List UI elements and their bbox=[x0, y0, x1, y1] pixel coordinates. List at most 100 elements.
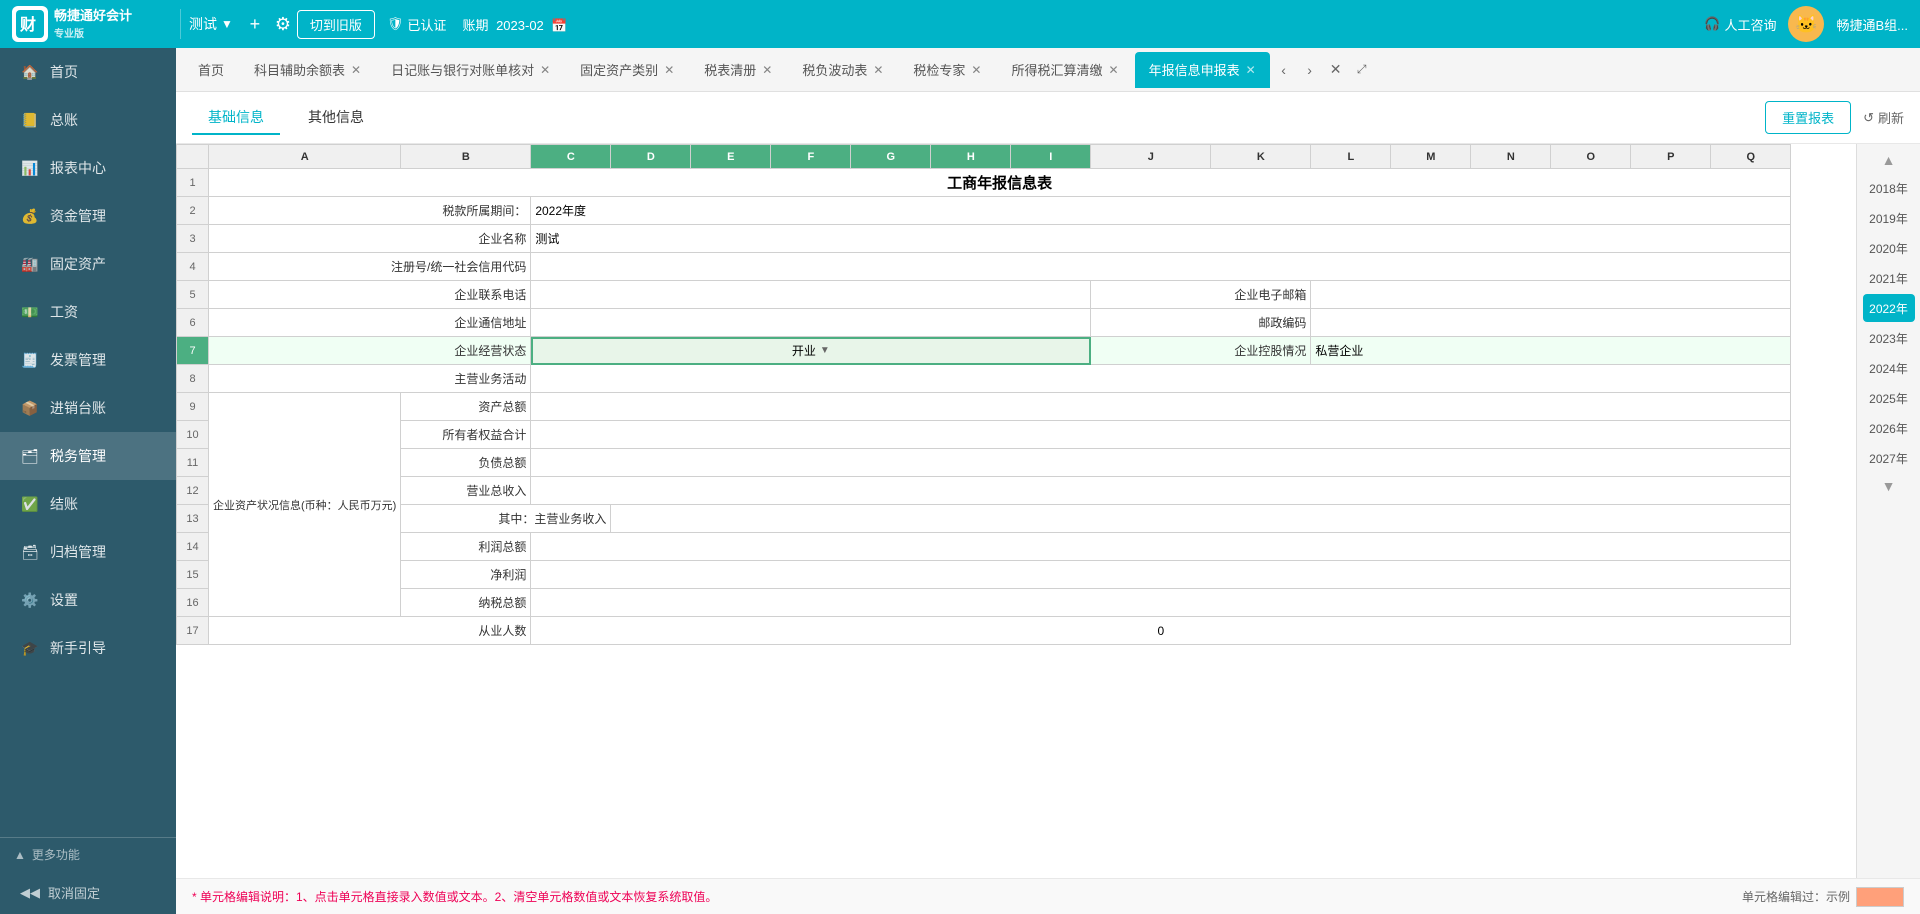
sidebar-item-invoice[interactable]: 🧾 发票管理 bbox=[0, 336, 176, 384]
sidebar-item-guide[interactable]: 🎓 新手引导 bbox=[0, 624, 176, 672]
col-header-a[interactable]: A bbox=[209, 145, 401, 169]
year-2027[interactable]: 2027年 bbox=[1863, 444, 1915, 472]
col-header-p[interactable]: P bbox=[1631, 145, 1711, 169]
table-title[interactable]: 工商年报信息表 bbox=[209, 169, 1791, 197]
tab-auxiliary[interactable]: 科目辅助余额表 ✕ bbox=[240, 52, 375, 88]
year-2019[interactable]: 2019年 bbox=[1863, 204, 1915, 232]
tab-journal[interactable]: 日记账与银行对账单核对 ✕ bbox=[377, 52, 564, 88]
phone-value-cell[interactable] bbox=[531, 281, 1091, 309]
tab-close-all-button[interactable]: ✕ bbox=[1324, 58, 1348, 82]
col-header-c[interactable]: C bbox=[531, 145, 611, 169]
main-revenue-value-cell[interactable] bbox=[611, 505, 1791, 533]
address-value-cell[interactable] bbox=[531, 309, 1091, 337]
sidebar-item-ledger[interactable]: 📒 总账 bbox=[0, 96, 176, 144]
profit-value-cell[interactable] bbox=[531, 533, 1791, 561]
equity-value-cell[interactable] bbox=[531, 421, 1791, 449]
year-panel-down[interactable]: ▼ bbox=[1871, 474, 1907, 498]
col-header-l[interactable]: L bbox=[1311, 145, 1391, 169]
year-panel-up[interactable]: ▲ bbox=[1871, 148, 1907, 172]
sub-tab-other[interactable]: 其他信息 bbox=[292, 101, 380, 135]
regcode-value-cell[interactable] bbox=[531, 253, 1791, 281]
col-header-k[interactable]: K bbox=[1211, 145, 1311, 169]
sidebar-item-inventory[interactable]: 📦 进销台账 bbox=[0, 384, 176, 432]
biz-status-value-cell[interactable]: 开业 ▼ bbox=[531, 337, 1091, 365]
col-header-g[interactable]: G bbox=[851, 145, 931, 169]
refresh-button[interactable]: ↺ 刷新 bbox=[1863, 108, 1904, 127]
pin-button[interactable]: ◀◀ 取消固定 bbox=[0, 871, 176, 914]
tab-close-incometax[interactable]: ✕ bbox=[1109, 63, 1119, 77]
row-num-17: 17 bbox=[177, 617, 209, 645]
tab-close-journal[interactable]: ✕ bbox=[540, 63, 550, 77]
tab-annualreport[interactable]: 年报信息申报表 ✕ bbox=[1135, 52, 1270, 88]
sidebar-item-wage[interactable]: 💵 工资 bbox=[0, 288, 176, 336]
switch-old-button[interactable]: 切到旧版 bbox=[297, 10, 375, 39]
main-biz-value-cell[interactable] bbox=[531, 365, 1791, 393]
col-header-i[interactable]: I bbox=[1011, 145, 1091, 169]
year-2023[interactable]: 2023年 bbox=[1863, 324, 1915, 352]
email-value-cell[interactable] bbox=[1311, 281, 1791, 309]
dropdown-arrow-icon[interactable]: ▼ bbox=[820, 345, 830, 356]
col-header-h[interactable]: H bbox=[931, 145, 1011, 169]
year-2021[interactable]: 2021年 bbox=[1863, 264, 1915, 292]
reset-report-button[interactable]: 重置报表 bbox=[1765, 101, 1851, 134]
col-header-q[interactable]: Q bbox=[1711, 145, 1791, 169]
tab-close-annualreport[interactable]: ✕ bbox=[1246, 63, 1256, 77]
year-2022[interactable]: 2022年 bbox=[1863, 294, 1915, 322]
tab-home[interactable]: 首页 bbox=[184, 52, 238, 88]
tab-close-auxiliary[interactable]: ✕ bbox=[351, 63, 361, 77]
tab-close-fixedasset[interactable]: ✕ bbox=[664, 63, 674, 77]
sidebar-item-tax[interactable]: 🗂 税务管理 bbox=[0, 432, 176, 480]
tab-taxlist[interactable]: 税表清册 ✕ bbox=[690, 52, 786, 88]
sidebar-item-archive[interactable]: 🗃 归档管理 bbox=[0, 528, 176, 576]
tab-fixedasset[interactable]: 固定资产类别 ✕ bbox=[566, 52, 688, 88]
add-tab-button[interactable]: + bbox=[241, 10, 269, 38]
username[interactable]: 畅捷通B组... bbox=[1836, 15, 1908, 34]
year-2024[interactable]: 2024年 bbox=[1863, 354, 1915, 382]
sheet-scroll[interactable]: A B C D E F G H I J bbox=[176, 144, 1856, 878]
year-2026[interactable]: 2026年 bbox=[1863, 414, 1915, 442]
net-profit-value-cell[interactable] bbox=[531, 561, 1791, 589]
tab-taxcheck[interactable]: 税检专家 ✕ bbox=[899, 52, 995, 88]
zipcode-value-cell[interactable] bbox=[1311, 309, 1791, 337]
tab-taxwave[interactable]: 税负波动表 ✕ bbox=[788, 52, 897, 88]
holding-value-cell[interactable]: 私营企业 bbox=[1311, 337, 1791, 365]
sidebar-item-settings[interactable]: ⚙️ 设置 bbox=[0, 576, 176, 624]
total-asset-value-cell[interactable] bbox=[531, 393, 1791, 421]
tab-expand-button[interactable]: ⤢ bbox=[1350, 58, 1374, 82]
calendar-icon[interactable]: 📅 bbox=[551, 18, 567, 33]
col-header-b[interactable]: B bbox=[401, 145, 531, 169]
tab-incometax[interactable]: 所得税汇算清缴 ✕ bbox=[997, 52, 1132, 88]
year-2018[interactable]: 2018年 bbox=[1863, 174, 1915, 202]
col-header-n[interactable]: N bbox=[1471, 145, 1551, 169]
col-header-o[interactable]: O bbox=[1551, 145, 1631, 169]
employees-value-cell[interactable]: 0 bbox=[531, 617, 1791, 645]
col-header-e[interactable]: E bbox=[691, 145, 771, 169]
company-value-cell[interactable]: 测试 bbox=[531, 225, 1791, 253]
col-header-f[interactable]: F bbox=[771, 145, 851, 169]
sidebar-more-items[interactable]: ▲ 更多功能 bbox=[0, 838, 176, 871]
sidebar-item-report[interactable]: 📊 报表中心 bbox=[0, 144, 176, 192]
workname-dropdown[interactable]: ▼ bbox=[221, 17, 233, 31]
tab-close-taxlist[interactable]: ✕ bbox=[762, 63, 772, 77]
user-avatar[interactable]: 🐱 bbox=[1788, 6, 1824, 42]
col-header-m[interactable]: M bbox=[1391, 145, 1471, 169]
tax-total-value-cell[interactable] bbox=[531, 589, 1791, 617]
sidebar-item-home[interactable]: 🏠 首页 bbox=[0, 48, 176, 96]
debt-value-cell[interactable] bbox=[531, 449, 1791, 477]
year-2025[interactable]: 2025年 bbox=[1863, 384, 1915, 412]
tab-close-taxcheck[interactable]: ✕ bbox=[971, 63, 981, 77]
support-button[interactable]: 🎧 人工咨询 bbox=[1704, 15, 1776, 34]
sidebar-item-settle[interactable]: ✅ 结账 bbox=[0, 480, 176, 528]
col-header-j[interactable]: J bbox=[1091, 145, 1211, 169]
tab-prev-button[interactable]: ‹ bbox=[1272, 58, 1296, 82]
period-value-cell[interactable]: 2022年度 bbox=[531, 197, 1791, 225]
settings-icon[interactable]: ⚙ bbox=[269, 10, 297, 38]
year-2020[interactable]: 2020年 bbox=[1863, 234, 1915, 262]
sidebar-item-fund[interactable]: 💰 资金管理 bbox=[0, 192, 176, 240]
sub-tab-basic[interactable]: 基础信息 bbox=[192, 101, 280, 135]
tab-close-taxwave[interactable]: ✕ bbox=[873, 63, 883, 77]
sidebar-item-asset[interactable]: 🏭 固定资产 bbox=[0, 240, 176, 288]
col-header-d[interactable]: D bbox=[611, 145, 691, 169]
total-revenue-value-cell[interactable] bbox=[531, 477, 1791, 505]
tab-next-button[interactable]: › bbox=[1298, 58, 1322, 82]
